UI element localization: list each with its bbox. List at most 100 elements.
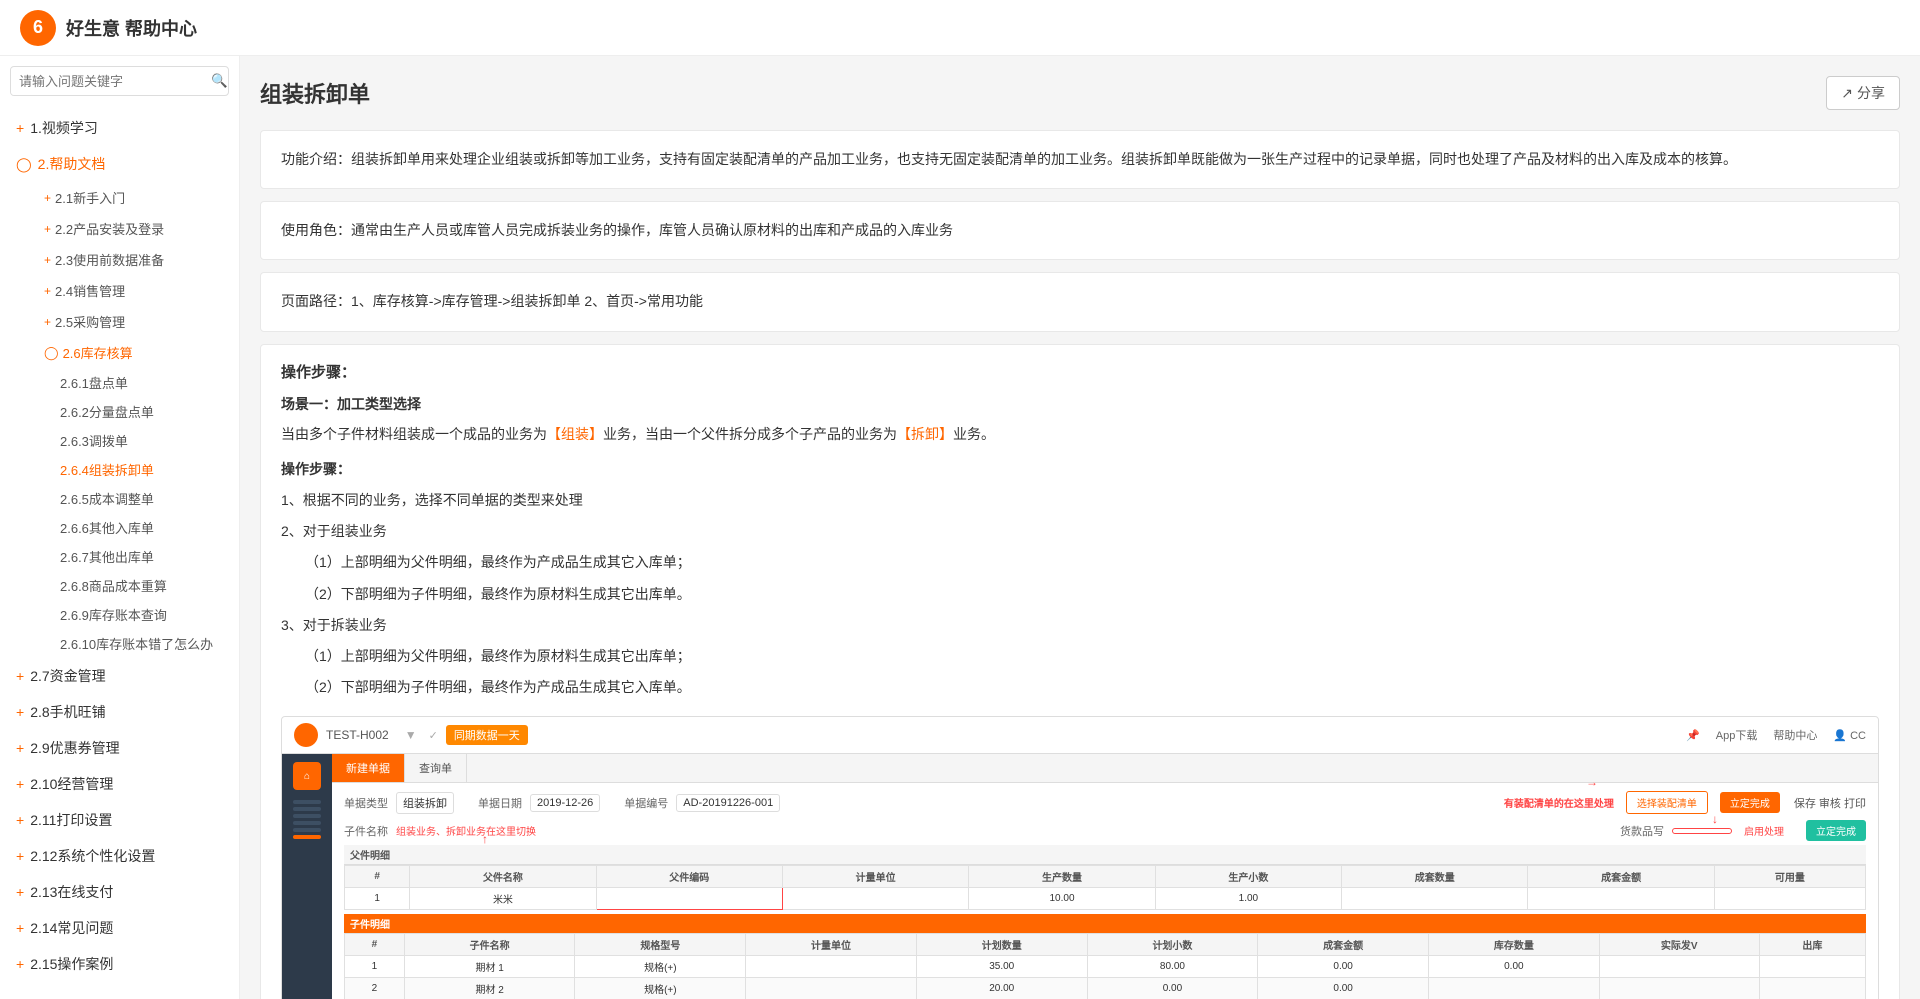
ss-ltd-stock: 0.00 xyxy=(1429,956,1600,978)
ss-ltd-pqty2: 20.00 xyxy=(916,978,1087,999)
share-icon: ↗ xyxy=(1841,85,1853,102)
search-button[interactable]: 🔍 xyxy=(203,67,229,95)
ss-tab-query[interactable]: 查询单 xyxy=(405,754,467,782)
scenario-title: 场景一：加工类型选择 xyxy=(281,394,1879,414)
sidebar-item-2-12[interactable]: + 2.12系统个性化设置 xyxy=(0,838,239,874)
sidebar-item-2-3[interactable]: +2.3使用前数据准备 xyxy=(28,244,239,275)
content-area: 组装拆卸单 ↗ 分享 功能介绍：组装拆卸单用来处理企业组装或拆卸等加工业务，支持… xyxy=(240,56,1920,999)
sidebar-item-2-6-9[interactable]: 2.6.9库存账本查询 xyxy=(44,600,239,629)
plus-icon-sm: + xyxy=(44,191,51,205)
sidebar-item-videos[interactable]: + 1.视频学习 xyxy=(0,110,239,146)
ss-apps: App下载 xyxy=(1716,727,1758,743)
sidebar-item-2-6-5[interactable]: 2.6.5成本调整单 xyxy=(44,484,239,513)
sidebar-item-2-15[interactable]: + 2.15操作案例 xyxy=(0,946,239,982)
ss-code-input[interactable]: AD-20191226-001 xyxy=(676,794,780,812)
ss-tabs: 新建单据 查询单 xyxy=(332,754,1878,783)
sidebar-item-2-2[interactable]: +2.2产品安装及登录 xyxy=(28,213,239,244)
role-text: 使用角色：通常由生产人员或库管人员完成拆装业务的操作，库管人员确认原材料的出库和… xyxy=(281,218,1879,243)
annotation-arrow-2: ↑ xyxy=(482,832,488,846)
sidebar-item-2-6-6[interactable]: 2.6.6其他入库单 xyxy=(44,513,239,542)
ss-date-input[interactable]: 2019-12-26 xyxy=(530,794,600,812)
logo-text: 好生意 帮助中心 xyxy=(66,15,197,41)
ss-code-label: 单据编号 xyxy=(624,795,668,811)
ss-td-no: 1 xyxy=(345,888,410,910)
ss-type-input[interactable]: 组装拆卸 xyxy=(396,792,454,814)
sidebar-item-2-10[interactable]: + 2.10经营管理 xyxy=(0,766,239,802)
ss-help: 帮助中心 xyxy=(1773,727,1817,743)
annotation-arrow-1: → xyxy=(1586,775,1598,789)
screenshot-container: TEST-H002 ▼ ✓ 同期数据一天 📌 App下载 帮助中心 👤 CC ⌂ xyxy=(281,716,1879,999)
highlight-assemble: 【组装】 xyxy=(547,426,603,442)
ss-test-tag: TEST-H002 xyxy=(326,728,389,742)
sidebar-item-label: 2.11打印设置 xyxy=(30,810,112,830)
ss-user: 👤 CC xyxy=(1833,729,1866,742)
ss-pin-icon: 📌 xyxy=(1686,729,1700,742)
ss-td-sqty xyxy=(1342,888,1528,910)
ss-ltd-no2: 2 xyxy=(345,978,405,999)
ss-td-fcode[interactable] xyxy=(596,888,782,910)
ss-upper-table: # 父件名称 父件编码 计量单位 生产数量 生产小数 成套数量 成套金额 xyxy=(344,865,1866,910)
sidebar-item-2-8[interactable]: + 2.8手机旺铺 xyxy=(0,694,239,730)
sidebar-item-2-6-10[interactable]: 2.6.10库存账本错了怎么办 xyxy=(44,629,239,658)
sidebar-item-2-6-2[interactable]: 2.6.2分量盘点单 xyxy=(44,397,239,426)
ss-lower-table-wrap: 子件明细 # 子件名称 规格型号 计量单位 计划数量 xyxy=(344,914,1866,999)
ss-finish-btn[interactable]: 立定完成 xyxy=(1720,792,1780,813)
plus-icon-sm: + xyxy=(44,253,51,267)
ss-ltd-pqty: 35.00 xyxy=(916,956,1087,978)
ss-inner: ⌂ 新建单据 查询单 xyxy=(282,754,1878,999)
sidebar: 🔍 + 1.视频学习 ◯ 2.帮助文档 +2.1新手入门 +2.2产品安装及登录 xyxy=(0,56,240,999)
plus-icon: + xyxy=(16,668,24,684)
nav-section: + 1.视频学习 ◯ 2.帮助文档 +2.1新手入门 +2.2产品安装及登录 +… xyxy=(0,106,239,986)
ss-ltd-spec2: 规格(+) xyxy=(575,978,746,999)
table-row: 1 期材 1 规格(+) 35.00 80.00 0.00 0.00 xyxy=(345,956,1866,978)
sidebar-item-2-5[interactable]: +2.5采购管理 xyxy=(28,306,239,337)
sidebar-item-2-6-8[interactable]: 2.6.8商品成本重算 xyxy=(44,571,239,600)
sidebar-item-docs[interactable]: ◯ 2.帮助文档 xyxy=(0,146,239,182)
share-label: 分享 xyxy=(1857,83,1885,103)
plus-icon: + xyxy=(16,884,24,900)
plus-icon-sm: + xyxy=(44,284,51,298)
logo-icon: 6 xyxy=(20,10,56,46)
sidebar-item-2-6-1[interactable]: 2.6.1盘点单 xyxy=(44,368,239,397)
sidebar-item-2-14[interactable]: + 2.14常见问题 xyxy=(0,910,239,946)
path-card: 页面路径：1、库存核算->库存管理->组装拆卸单 2、首页->常用功能 xyxy=(260,272,1900,331)
sidebar-item-2-6-7[interactable]: 2.6.7其他出库单 xyxy=(44,542,239,571)
sidebar-item-2-7[interactable]: + 2.7资金管理 xyxy=(0,658,239,694)
intro-card: 功能介绍：组装拆卸单用来处理企业组装或拆卸等加工业务，支持有固定装配清单的产品加… xyxy=(260,130,1900,189)
ss-logo xyxy=(294,723,318,747)
ss-lower-table-title: 子件明细 xyxy=(344,914,1866,933)
sidebar-item-2-4[interactable]: +2.4销售管理 xyxy=(28,275,239,306)
ss-tab-new[interactable]: 新建单据 xyxy=(332,754,405,782)
sidebar-item-2-9[interactable]: + 2.9优惠券管理 xyxy=(0,730,239,766)
sidebar-item-2-6-3[interactable]: 2.6.3调拨单 xyxy=(44,426,239,455)
sidebar-item-2-6-4[interactable]: 2.6.4组装拆卸单 xyxy=(44,455,239,484)
ss-ltd-name: 期材 1 xyxy=(404,956,575,978)
ss-select-btn[interactable]: 选择装配清单 xyxy=(1626,791,1708,814)
page-title: 组装拆卸单 xyxy=(260,77,370,109)
sidebar-item-2-6[interactable]: ◯2.6库存核算 xyxy=(28,337,239,368)
step-1: 1、根据不同的业务，选择不同单据的类型来处理 xyxy=(281,488,1879,513)
share-button[interactable]: ↗ 分享 xyxy=(1826,76,1900,110)
ss-lth-name: 子件名称 xyxy=(404,934,575,956)
search-input[interactable] xyxy=(11,68,203,95)
ss-confirm-btn[interactable]: 立定完成 xyxy=(1806,820,1866,841)
sidebar-item-label: 2.7资金管理 xyxy=(30,666,105,686)
ss-th-set-amt: 成套金额 xyxy=(1528,866,1714,888)
step-3-1: （1）上部明细为父件明细，最终作为原材料生成其它出库单； xyxy=(281,644,1879,669)
ss-th-fname: 父件名称 xyxy=(410,866,596,888)
ss-goods-input[interactable] xyxy=(1672,828,1732,834)
step-2: 2、对于组装业务 xyxy=(281,519,1879,544)
sidebar-item-2-1[interactable]: +2.1新手入门 xyxy=(28,182,239,213)
ss-td-samt xyxy=(1528,888,1714,910)
ss-lth-set-amt: 成套金额 xyxy=(1258,934,1429,956)
sidebar-item-label: 2.帮助文档 xyxy=(38,154,106,174)
ss-ltd-out2 xyxy=(1759,978,1865,999)
ss-th-avail: 可用量 xyxy=(1714,866,1865,888)
step-3: 3、对于拆装业务 xyxy=(281,613,1879,638)
ss-ltd-name2: 期材 2 xyxy=(404,978,575,999)
ss-nav-line3 xyxy=(293,814,321,818)
sidebar-item-2-13[interactable]: + 2.13在线支付 xyxy=(0,874,239,910)
ss-th-no: # xyxy=(345,866,410,888)
ss-left-nav: ⌂ xyxy=(282,754,332,999)
sidebar-item-2-11[interactable]: + 2.11打印设置 xyxy=(0,802,239,838)
